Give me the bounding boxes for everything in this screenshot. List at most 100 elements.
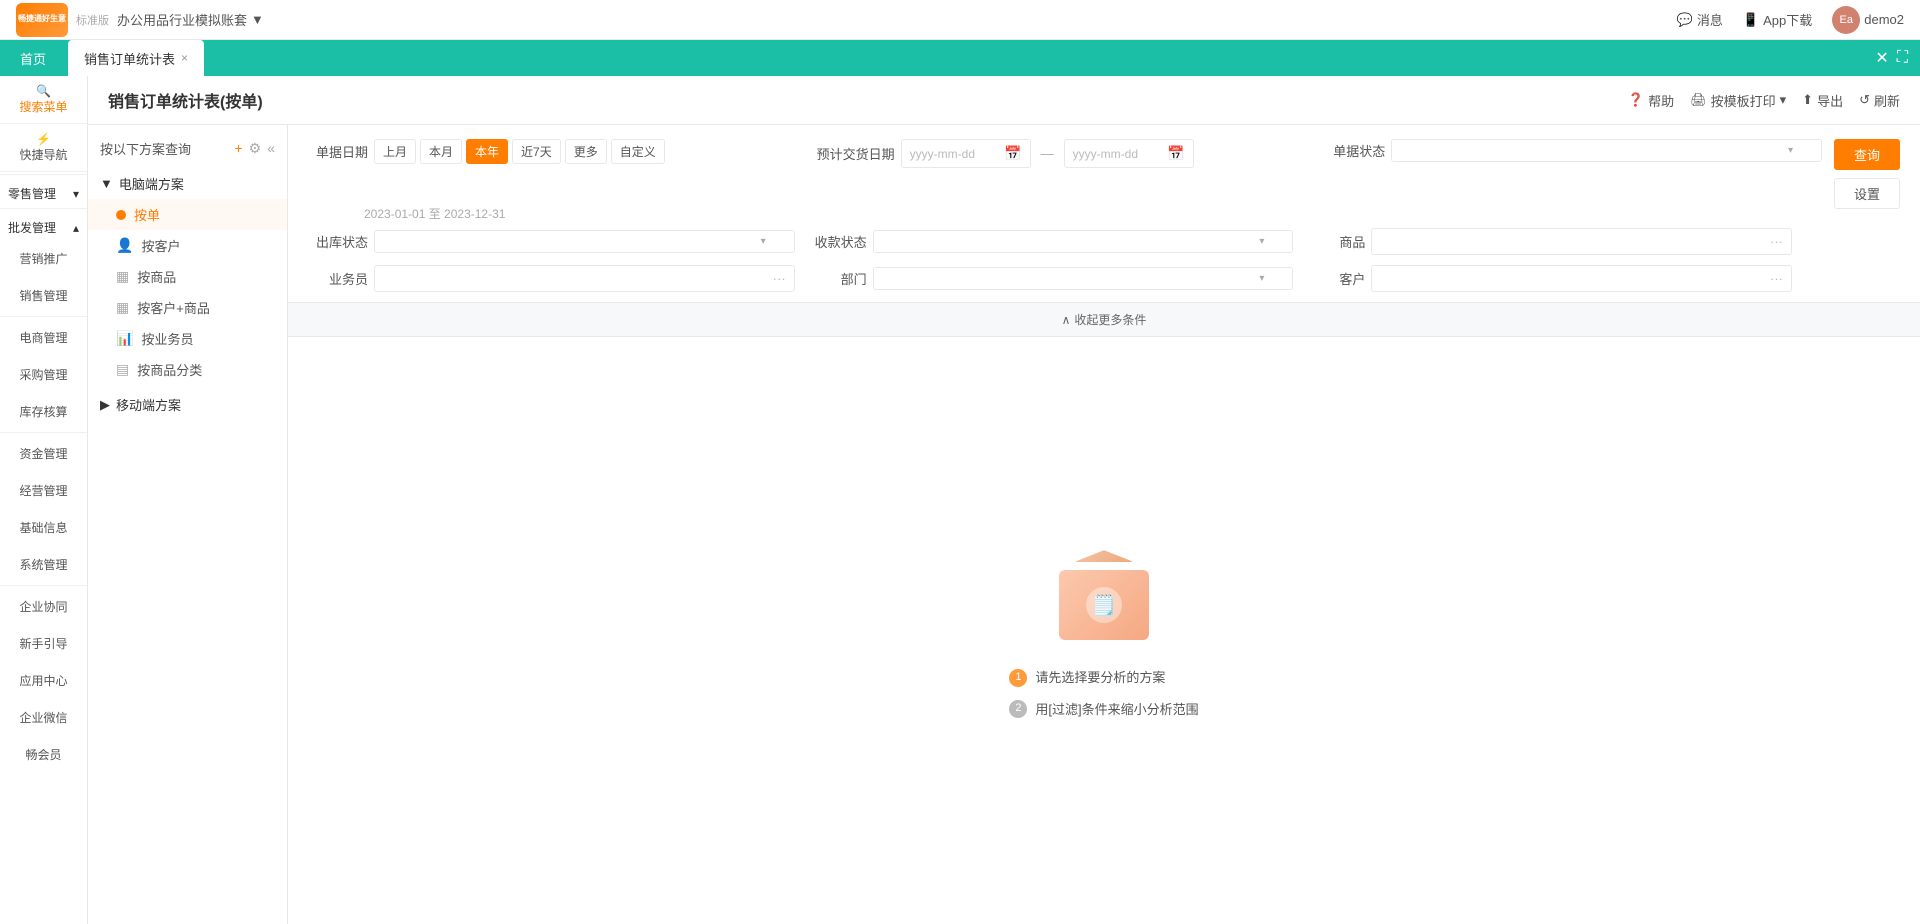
scheme-item-by-customer[interactable]: 👤 按客户: [88, 230, 287, 261]
sidebar-item-quick-nav[interactable]: ⚡ 快捷导航: [0, 124, 87, 172]
salesman-label: 业务员: [308, 269, 368, 288]
sidebar-item-finance[interactable]: 资金管理: [0, 435, 87, 472]
sidebar-item-appcenter[interactable]: 应用中心: [0, 662, 87, 699]
bar-chart-icon: 📊: [116, 330, 133, 347]
expected-date-from[interactable]: yyyy-mm-dd 📅: [901, 139, 1031, 168]
window-close-icon[interactable]: ✕: [1875, 48, 1888, 68]
user-menu[interactable]: Ea demo2: [1832, 6, 1904, 34]
collapse-bar[interactable]: ∧ 收起更多条件: [288, 303, 1920, 337]
status-select[interactable]: ▾: [1391, 139, 1822, 162]
export-button[interactable]: ⬆ 导出: [1802, 91, 1843, 110]
scheme-item-by-customer-goods[interactable]: ▦ 按客户+商品: [88, 292, 287, 323]
date-btn-more[interactable]: 更多: [565, 139, 607, 164]
sales-label: 销售管理: [19, 287, 67, 304]
goods-input[interactable]: ···: [1371, 228, 1792, 255]
out-status-chevron-icon: ▾: [761, 236, 766, 247]
sidebar-item-search-menu[interactable]: 🔍 搜索菜单: [0, 76, 87, 124]
app-download-button[interactable]: 📱 App下载: [1743, 10, 1812, 29]
payment-status-select[interactable]: ▾: [873, 230, 1294, 253]
query-button[interactable]: 查询: [1834, 139, 1900, 170]
inventory-label: 库存核算: [19, 403, 67, 420]
sidebar-item-retail[interactable]: 零售管理 ▾: [0, 177, 87, 206]
scheme-settings-icon[interactable]: ⚙: [249, 140, 262, 157]
scheme-mobile-title[interactable]: ▶ 移动端方案: [88, 389, 287, 420]
out-status-label: 出库状态: [308, 232, 368, 251]
expected-date-label: 预计交货日期: [817, 144, 895, 163]
scheme-item-by-order[interactable]: 按单: [88, 199, 287, 230]
sidebar-item-purchase[interactable]: 采购管理: [0, 356, 87, 393]
app-download-label: App下载: [1763, 10, 1812, 29]
sidebar-item-sales[interactable]: 销售管理: [0, 277, 87, 314]
corpwechat-label: 企业微信: [19, 709, 67, 726]
message-icon: 💬: [1677, 12, 1693, 28]
action-buttons: 查询 设置: [1834, 139, 1900, 209]
sidebar-item-basic[interactable]: 基础信息: [0, 509, 87, 546]
purchase-label: 采购管理: [19, 366, 67, 383]
payment-status-chevron-icon: ▾: [1259, 236, 1264, 247]
scheme-header: 按以下方案查询 + ⚙ «: [88, 135, 287, 166]
collapse-label: 收起更多条件: [1074, 311, 1146, 328]
sidebar-item-system[interactable]: 系统管理: [0, 546, 87, 583]
scheme-item-by-goods[interactable]: ▦ 按商品: [88, 261, 287, 292]
window-maximize-icon[interactable]: ⛶: [1897, 49, 1908, 67]
content-area: 销售订单统计表(按单) ❓ 帮助 🖨 按模板打印 ▾ ⬆ 导出 ↺ 刷新: [88, 76, 1920, 924]
hint1-text: 请先选择要分析的方案: [1035, 666, 1165, 689]
customer-input[interactable]: ···: [1371, 265, 1792, 292]
scheme-item-by-order-label: 按单: [134, 205, 160, 224]
tab-close-icon[interactable]: ×: [181, 51, 188, 65]
sidebar-item-operations[interactable]: 经营管理: [0, 472, 87, 509]
person-icon: 👤: [116, 237, 133, 254]
appcenter-label: 应用中心: [19, 672, 67, 689]
body-area: 按以下方案查询 + ⚙ « ▼ 电脑端方案 按单: [88, 125, 1920, 924]
salesman-input[interactable]: ···: [374, 265, 795, 292]
sidebar-item-marketing[interactable]: 营销推广: [0, 240, 87, 277]
date-btn-this-year[interactable]: 本年: [466, 139, 508, 164]
newuser-label: 新手引导: [19, 635, 67, 652]
sidebar-item-corp[interactable]: 企业协同: [0, 588, 87, 625]
empty-illustration: 🗒️: [1039, 540, 1169, 650]
dropdown-arrow-icon: ▼: [251, 12, 264, 27]
tab-home[interactable]: 首页: [0, 40, 66, 76]
help-button[interactable]: ❓ 帮助: [1628, 91, 1674, 110]
scheme-add-icon[interactable]: +: [234, 140, 242, 157]
scheme-item-by-category[interactable]: ▤ 按商品分类: [88, 354, 287, 385]
grid2-icon: ▦: [116, 299, 129, 316]
sidebar-item-member[interactable]: 畅会员: [0, 736, 87, 773]
refresh-button[interactable]: ↺ 刷新: [1859, 91, 1900, 110]
app-name-dropdown[interactable]: 办公用品行业模拟账套 ▼: [117, 10, 264, 29]
grid-icon: ▦: [116, 268, 129, 285]
operations-label: 经营管理: [19, 482, 67, 499]
search-menu-label: 搜索菜单: [4, 98, 83, 115]
out-status-select[interactable]: ▾: [374, 230, 795, 253]
sidebar-item-corpwechat[interactable]: 企业微信: [0, 699, 87, 736]
date-btn-this-month[interactable]: 本月: [420, 139, 462, 164]
sidebar-item-newuser[interactable]: 新手引导: [0, 625, 87, 662]
right-panel: 单据日期 上月 本月 本年 近7天 更多 自定义 预计交货日期: [288, 125, 1920, 924]
refresh-icon: ↺: [1859, 92, 1870, 108]
expected-date-to[interactable]: yyyy-mm-dd 📅: [1064, 139, 1194, 168]
tab-sales-order[interactable]: 销售订单统计表 ×: [68, 40, 204, 76]
scheme-item-by-salesman[interactable]: 📊 按业务员: [88, 323, 287, 354]
sidebar-item-inventory[interactable]: 库存核算: [0, 393, 87, 430]
export-icon: ⬆: [1802, 92, 1813, 108]
logo: 畅捷通好生意: [16, 3, 68, 37]
scheme-collapse-icon[interactable]: «: [267, 140, 275, 157]
main-layout: 🔍 搜索菜单 ⚡ 快捷导航 零售管理 ▾ 批发管理 ▴ 营销推广 销售管理 电商…: [0, 76, 1920, 924]
date-btn-last7[interactable]: 近7天: [512, 139, 561, 164]
customer-dots-icon: ···: [1770, 271, 1783, 286]
tab-sales-order-label: 销售订单统计表: [84, 49, 175, 68]
settings-button[interactable]: 设置: [1834, 178, 1900, 209]
dept-select[interactable]: ▾: [873, 267, 1294, 290]
date-btn-custom[interactable]: 自定义: [611, 139, 665, 164]
message-button[interactable]: 💬 消息: [1677, 10, 1723, 29]
print-template-button[interactable]: 🖨 按模板打印 ▾: [1690, 91, 1786, 110]
search-menu-icon: 🔍: [4, 84, 83, 98]
date-btn-last-month[interactable]: 上月: [374, 139, 416, 164]
refresh-label: 刷新: [1874, 91, 1900, 110]
sidebar-item-ecommerce[interactable]: 电商管理: [0, 319, 87, 356]
scheme-item-by-customer-goods-label: 按客户+商品: [137, 298, 210, 317]
empty-state: 🗒️ 1 请先选择要分析的方案 2: [288, 337, 1920, 924]
sidebar-item-wholesale[interactable]: 批发管理 ▴: [0, 211, 87, 240]
scheme-mobile-section: ▶ 移动端方案: [88, 387, 287, 422]
scheme-desktop-title[interactable]: ▼ 电脑端方案: [88, 168, 287, 199]
